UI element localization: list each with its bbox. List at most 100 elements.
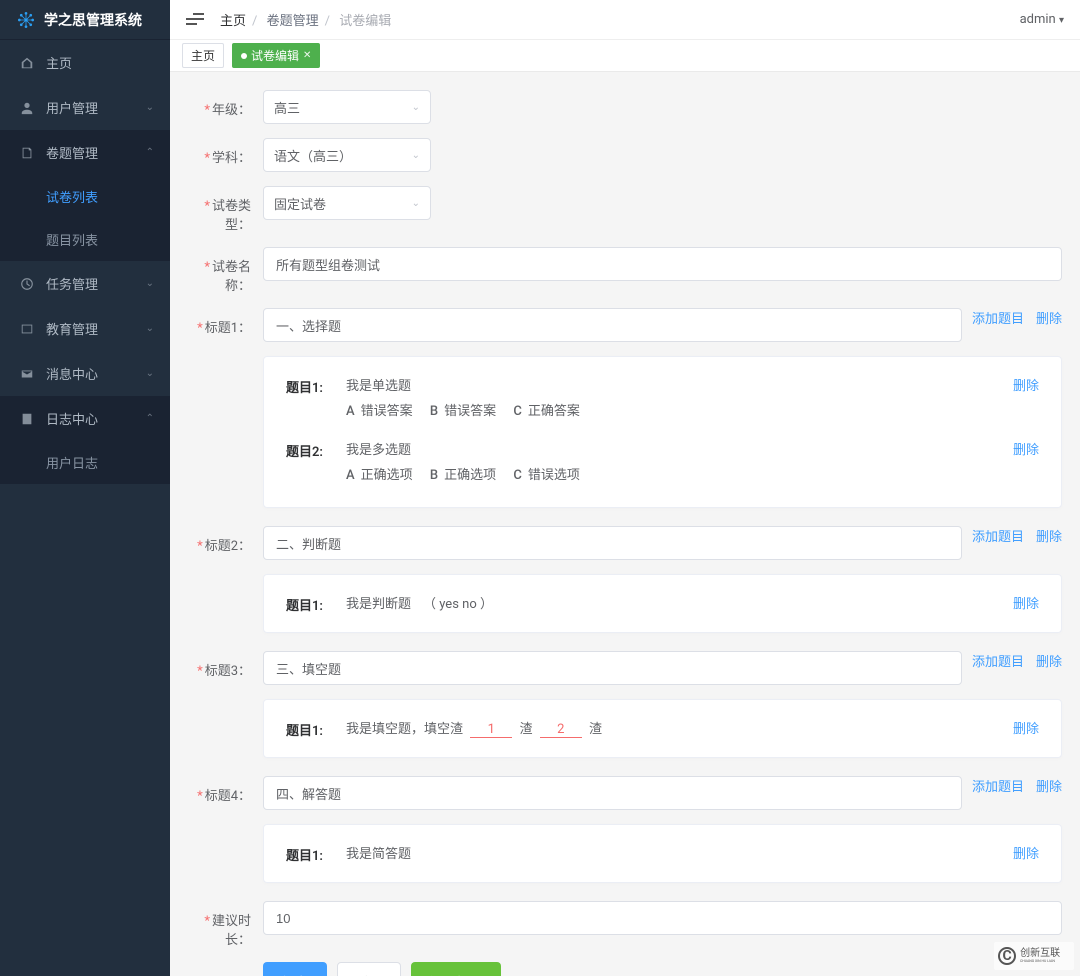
q-label: 题目1: bbox=[286, 593, 346, 614]
app-title: 学之思管理系统 bbox=[44, 10, 142, 30]
sidebar-subitem-user-logs[interactable]: 用户日志 bbox=[0, 441, 170, 484]
section2-delete-link[interactable]: 删除 bbox=[1036, 526, 1062, 545]
user-menu[interactable]: admin ▾ bbox=[1020, 12, 1064, 27]
sidebar-item-logs[interactable]: 日志中心 ⌃ bbox=[0, 396, 170, 441]
section1-delete-link[interactable]: 删除 bbox=[1036, 308, 1062, 327]
subject-select[interactable]: 语文（高三）⌄ bbox=[263, 138, 431, 172]
question-row: 题目1: 我是简答题 删除 bbox=[286, 843, 1039, 864]
add-section-button[interactable]: 添加标题 bbox=[411, 962, 501, 976]
q-text: 我是简答题 bbox=[346, 843, 1013, 862]
fill-blank: 2 bbox=[540, 722, 582, 738]
chevron-down-icon: ⌄ bbox=[412, 150, 420, 161]
tab-paper-edit[interactable]: 试卷编辑 ✕ bbox=[232, 43, 320, 68]
sidebar: 学之思管理系统 主页 用户管理 ⌄ 卷题管理 ⌃ 试卷列表 题目列表 任务管理 … bbox=[0, 0, 170, 976]
section2-box: 题目1: 我是判断题（ yes no ） 删除 bbox=[263, 574, 1062, 633]
q-label: 题目1: bbox=[286, 843, 346, 864]
sidebar-item-papers[interactable]: 卷题管理 ⌃ bbox=[0, 130, 170, 175]
duration-label: *建议时长： bbox=[188, 901, 263, 948]
question-delete-link[interactable]: 删除 bbox=[1013, 843, 1039, 862]
sidebar-item-label: 卷题管理 bbox=[46, 143, 98, 162]
paper-type-label: *试卷类型： bbox=[188, 186, 263, 233]
paper-icon bbox=[20, 146, 34, 160]
q-label: 题目1: bbox=[286, 718, 346, 739]
watermark-logo-icon: C bbox=[998, 947, 1016, 965]
section4-add-question-link[interactable]: 添加题目 bbox=[972, 776, 1024, 795]
reset-button[interactable]: 重置 bbox=[337, 962, 401, 976]
section1-label: *标题1： bbox=[188, 308, 263, 336]
duration-input[interactable] bbox=[263, 901, 1062, 935]
section2-label: *标题2： bbox=[188, 526, 263, 554]
section3-label: *标题3： bbox=[188, 651, 263, 679]
topbar-left: 主页/ 卷题管理/ 试卷编辑 bbox=[186, 10, 391, 29]
section3-add-question-link[interactable]: 添加题目 bbox=[972, 651, 1024, 670]
bottom-buttons: 提交 重置 添加标题 bbox=[263, 962, 1062, 976]
section1-add-question-link[interactable]: 添加题目 bbox=[972, 308, 1024, 327]
q-text: 我是多选题 A正确选项 B正确选项 C错误选项 bbox=[346, 439, 1013, 489]
section2-add-question-link[interactable]: 添加题目 bbox=[972, 526, 1024, 545]
grade-label: *年级： bbox=[188, 90, 263, 118]
section4-label: *标题4： bbox=[188, 776, 263, 804]
chevron-up-icon: ⌃ bbox=[146, 413, 154, 424]
section4-title-input[interactable] bbox=[263, 776, 962, 810]
chevron-down-icon: ⌄ bbox=[146, 323, 154, 334]
sidebar-toggle-button[interactable] bbox=[186, 13, 204, 27]
chevron-down-icon: ⌄ bbox=[146, 368, 154, 379]
question-delete-link[interactable]: 删除 bbox=[1013, 718, 1039, 737]
chevron-down-icon: ⌄ bbox=[146, 278, 154, 289]
home-icon bbox=[20, 56, 34, 70]
watermark: C 创新互联CHUANG XIN HU LIAN bbox=[994, 942, 1074, 970]
log-icon bbox=[20, 412, 34, 426]
chevron-down-icon: ⌄ bbox=[412, 198, 420, 209]
task-icon bbox=[20, 277, 34, 291]
section4-box: 题目1: 我是简答题 删除 bbox=[263, 824, 1062, 883]
paper-type-select[interactable]: 固定试卷⌄ bbox=[263, 186, 431, 220]
question-row: 题目1: 我是单选题 A错误答案 B错误答案 C正确答案 删除 bbox=[286, 375, 1039, 425]
question-row: 题目1: 我是判断题（ yes no ） 删除 bbox=[286, 593, 1039, 614]
question-delete-link[interactable]: 删除 bbox=[1013, 593, 1039, 612]
section1-box: 题目1: 我是单选题 A错误答案 B错误答案 C正确答案 删除 题目2: 我是多… bbox=[263, 356, 1062, 508]
paper-name-input[interactable] bbox=[263, 247, 1062, 281]
question-row: 题目1: 我是填空题，填空渣 1 渣 2 渣 删除 bbox=[286, 718, 1039, 739]
sidebar-item-label: 任务管理 bbox=[46, 274, 98, 293]
section4-delete-link[interactable]: 删除 bbox=[1036, 776, 1062, 795]
sidebar-item-label: 教育管理 bbox=[46, 319, 98, 338]
subject-label: *学科： bbox=[188, 138, 263, 166]
book-icon bbox=[20, 322, 34, 336]
sidebar-item-home[interactable]: 主页 bbox=[0, 40, 170, 85]
submit-button[interactable]: 提交 bbox=[263, 962, 327, 976]
caret-down-icon: ▾ bbox=[1059, 15, 1064, 26]
q-text: 我是判断题（ yes no ） bbox=[346, 593, 1013, 612]
question-delete-link[interactable]: 删除 bbox=[1013, 375, 1039, 394]
fill-blank: 1 bbox=[470, 722, 512, 738]
question-delete-link[interactable]: 删除 bbox=[1013, 439, 1039, 458]
section3-delete-link[interactable]: 删除 bbox=[1036, 651, 1062, 670]
sidebar-item-tasks[interactable]: 任务管理 ⌄ bbox=[0, 261, 170, 306]
close-icon[interactable]: ✕ bbox=[303, 50, 311, 61]
sidebar-item-label: 消息中心 bbox=[46, 364, 98, 383]
q-label: 题目1: bbox=[286, 375, 346, 396]
sidebar-item-label: 日志中心 bbox=[46, 409, 98, 428]
chevron-down-icon: ⌄ bbox=[412, 102, 420, 113]
sidebar-subitem-question-list[interactable]: 题目列表 bbox=[0, 218, 170, 261]
sidebar-subitem-paper-list[interactable]: 试卷列表 bbox=[0, 175, 170, 218]
tab-home[interactable]: 主页 bbox=[182, 43, 224, 68]
grade-select[interactable]: 高三⌄ bbox=[263, 90, 431, 124]
q-text: 我是单选题 A错误答案 B错误答案 C正确答案 bbox=[346, 375, 1013, 425]
breadcrumb-item[interactable]: 主页 bbox=[220, 14, 246, 29]
section3-title-input[interactable] bbox=[263, 651, 962, 685]
sidebar-item-messages[interactable]: 消息中心 ⌄ bbox=[0, 351, 170, 396]
breadcrumb-item[interactable]: 卷题管理 bbox=[267, 14, 319, 29]
q-text: 我是填空题，填空渣 1 渣 2 渣 bbox=[346, 718, 1013, 738]
app-logo-area: 学之思管理系统 bbox=[0, 0, 170, 40]
breadcrumb-item: 试卷编辑 bbox=[339, 14, 391, 29]
sidebar-menu: 主页 用户管理 ⌄ 卷题管理 ⌃ 试卷列表 题目列表 任务管理 ⌄ 教育管理 ⌄ bbox=[0, 40, 170, 484]
chevron-up-icon: ⌃ bbox=[146, 147, 154, 158]
sidebar-item-label: 主页 bbox=[46, 53, 72, 72]
sidebar-item-users[interactable]: 用户管理 ⌄ bbox=[0, 85, 170, 130]
chevron-down-icon: ⌄ bbox=[146, 102, 154, 113]
section2-title-input[interactable] bbox=[263, 526, 962, 560]
mail-icon bbox=[20, 367, 34, 381]
sidebar-item-education[interactable]: 教育管理 ⌄ bbox=[0, 306, 170, 351]
topbar: 主页/ 卷题管理/ 试卷编辑 admin ▾ bbox=[170, 0, 1080, 40]
section1-title-input[interactable] bbox=[263, 308, 962, 342]
